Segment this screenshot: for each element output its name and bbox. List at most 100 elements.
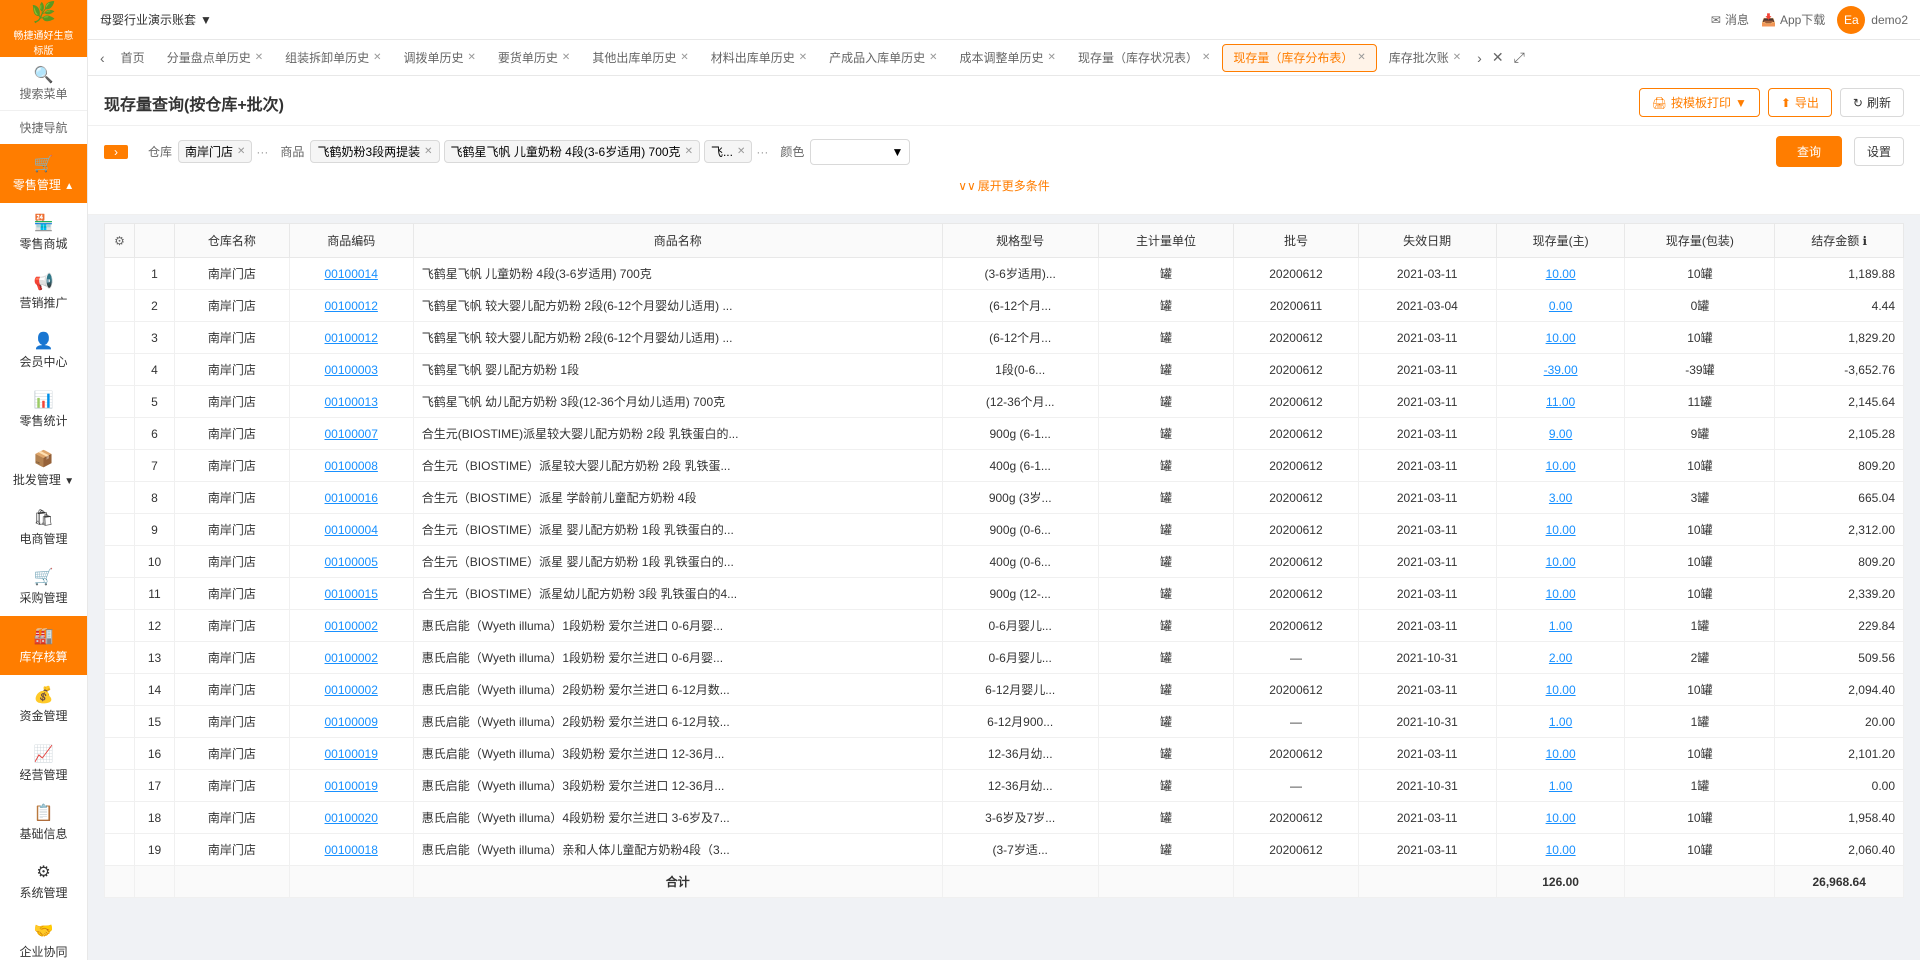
qty-link[interactable]: 10.00 <box>1546 459 1576 473</box>
product-code-link[interactable]: 00100003 <box>325 363 378 377</box>
qty-link[interactable]: 1.00 <box>1549 715 1572 729</box>
product-code-link[interactable]: 00100005 <box>325 555 378 569</box>
tab-close-cost-adjust[interactable]: ✕ <box>1048 52 1056 63</box>
sidebar-item-marketing[interactable]: 📢 营销推广 <box>0 262 88 321</box>
tab-request[interactable]: 要货单历史 ✕ <box>488 44 580 72</box>
warehouse-more[interactable]: ··· <box>256 145 268 159</box>
export-btn[interactable]: ⬆ 导出 <box>1768 88 1832 117</box>
tab-home[interactable]: 首页 <box>111 44 155 72</box>
sidebar-item-basic[interactable]: 📋 基础信息 <box>0 793 88 852</box>
qty-link[interactable]: 1.00 <box>1549 779 1572 793</box>
qty-link[interactable]: 10.00 <box>1546 587 1576 601</box>
sidebar-item-coop[interactable]: 🤝 企业协同 <box>0 911 88 960</box>
product-code-link[interactable]: 00100016 <box>325 491 378 505</box>
product-code-link[interactable]: 00100002 <box>325 683 378 697</box>
sidebar-item-ecom[interactable]: 🛍 电商管理 <box>0 498 88 557</box>
tab-close-inventory-status[interactable]: ✕ <box>1202 52 1210 63</box>
tab-disassemble[interactable]: 组装拆卸单历史 ✕ <box>275 44 391 72</box>
product-code-link[interactable]: 00100020 <box>325 811 378 825</box>
sidebar-item-retail-shop[interactable]: 🏪 零售商城 <box>0 203 88 262</box>
refresh-btn[interactable]: ↻ 刷新 <box>1840 88 1904 117</box>
qty-link[interactable]: 10.00 <box>1546 267 1576 281</box>
org-selector[interactable]: 母婴行业演示账套 ▼ <box>100 11 212 28</box>
sidebar-item-retail-stats[interactable]: 📊 零售统计 <box>0 380 88 439</box>
tab-close-product-in[interactable]: ✕ <box>929 52 937 63</box>
tab-close-mix[interactable]: ✕ <box>468 52 476 63</box>
product-code-link[interactable]: 00100002 <box>325 651 378 665</box>
tab-close-inventory-dist[interactable]: ✕ <box>1357 52 1365 63</box>
sidebar-item-system[interactable]: ⚙ 系统管理 <box>0 852 88 911</box>
tab-close-other-out[interactable]: ✕ <box>680 52 688 63</box>
remove-warehouse-tag[interactable]: ✕ <box>237 146 245 157</box>
download-btn[interactable]: 📥 App下载 <box>1761 11 1825 28</box>
tab-close-request[interactable]: ✕ <box>562 52 570 63</box>
qty-link[interactable]: 10.00 <box>1546 843 1576 857</box>
tab-close-split-count[interactable]: ✕ <box>255 52 263 63</box>
product-code-link[interactable]: 00100012 <box>325 331 378 345</box>
tab-split-count[interactable]: 分量盘点单历史 ✕ <box>157 44 273 72</box>
tab-cost-adjust[interactable]: 成本调整单历史 ✕ <box>950 44 1066 72</box>
filter-expand-btn[interactable]: › <box>104 145 128 159</box>
product-code-link[interactable]: 00100018 <box>325 843 378 857</box>
product-code-link[interactable]: 00100019 <box>325 779 378 793</box>
tab-material-out[interactable]: 材料出库单历史 ✕ <box>701 44 817 72</box>
query-btn[interactable]: 查询 <box>1776 136 1842 167</box>
tab-inventory-status[interactable]: 现存量（库存状况表） ✕ <box>1068 44 1220 72</box>
tab-maximize-btn[interactable]: ⤢ <box>1510 49 1529 66</box>
qty-link[interactable]: 9.00 <box>1549 427 1572 441</box>
product-code-link[interactable]: 00100014 <box>325 267 378 281</box>
sidebar-item-purchase[interactable]: 🛒 采购管理 <box>0 557 88 616</box>
tab-prev-btn[interactable]: ‹ <box>96 50 109 66</box>
sidebar-quick-nav[interactable]: 快捷导航 <box>0 111 87 144</box>
message-btn[interactable]: ✉ 消息 <box>1711 11 1749 28</box>
remove-product-tag-2[interactable]: ✕ <box>737 146 745 157</box>
qty-link[interactable]: 11.00 <box>1546 395 1575 409</box>
tab-close-disassemble[interactable]: ✕ <box>373 52 381 63</box>
product-code-link[interactable]: 00100007 <box>325 427 378 441</box>
qty-link[interactable]: 2.00 <box>1549 651 1572 665</box>
sidebar-item-wholesale[interactable]: 📦 批发管理 ▼ <box>0 439 88 498</box>
qty-link[interactable]: 10.00 <box>1546 523 1576 537</box>
tab-product-in[interactable]: 产成品入库单历史 ✕ <box>819 44 947 72</box>
product-code-link[interactable]: 00100008 <box>325 459 378 473</box>
product-code-link[interactable]: 00100013 <box>325 395 378 409</box>
tab-close-material-out[interactable]: ✕ <box>799 52 807 63</box>
tab-mix[interactable]: 调拨单历史 ✕ <box>394 44 486 72</box>
sidebar-item-member[interactable]: 👤 会员中心 <box>0 321 88 380</box>
settings-btn[interactable]: 设置 <box>1854 137 1904 166</box>
product-code-link[interactable]: 00100002 <box>325 619 378 633</box>
qty-link[interactable]: 10.00 <box>1546 555 1576 569</box>
qty-link[interactable]: 10.00 <box>1546 747 1576 761</box>
sidebar-item-operations[interactable]: 📈 经营管理 <box>0 734 88 793</box>
expand-conditions-btn[interactable]: ∨∨ 展开更多条件 <box>958 177 1050 194</box>
remove-product-tag-0[interactable]: ✕ <box>424 146 432 157</box>
product-code-link[interactable]: 00100009 <box>325 715 378 729</box>
user-menu[interactable]: Ea demo2 <box>1837 6 1908 34</box>
product-code-link[interactable]: 00100004 <box>325 523 378 537</box>
tab-batch-ledger[interactable]: 库存批次账 ✕ <box>1379 44 1471 72</box>
tab-close-all-btn[interactable]: ✕ <box>1488 49 1508 66</box>
sidebar-item-retail-mgmt[interactable]: 🛒 零售管理 ▲ <box>0 144 88 203</box>
color-input[interactable]: ▼ <box>810 139 910 165</box>
print-btn[interactable]: 🖨 按模板打印 ▼ <box>1639 88 1760 117</box>
product-code-link[interactable]: 00100012 <box>325 299 378 313</box>
tab-other-out[interactable]: 其他出库单历史 ✕ <box>582 44 698 72</box>
remove-product-tag-1[interactable]: ✕ <box>685 146 693 157</box>
qty-link[interactable]: 10.00 <box>1546 683 1576 697</box>
product-more[interactable]: ··· <box>756 145 768 159</box>
qty-link[interactable]: -39.00 <box>1544 363 1578 377</box>
sidebar-item-finance[interactable]: 💰 资金管理 <box>0 675 88 734</box>
qty-link[interactable]: 3.00 <box>1549 491 1572 505</box>
sidebar-search[interactable]: 🔍 搜索菜单 <box>0 57 87 111</box>
qty-link[interactable]: 10.00 <box>1546 811 1576 825</box>
qty-link[interactable]: 10.00 <box>1546 331 1576 345</box>
product-code-link[interactable]: 00100015 <box>325 587 378 601</box>
tab-close-batch-ledger[interactable]: ✕ <box>1453 52 1461 63</box>
settings-icon[interactable]: ⚙ <box>114 234 125 248</box>
product-code-link[interactable]: 00100019 <box>325 747 378 761</box>
tab-inventory-dist[interactable]: 现存量（库存分布表） ✕ <box>1222 44 1376 72</box>
qty-link[interactable]: 0.00 <box>1549 299 1572 313</box>
tab-next-btn[interactable]: › <box>1473 50 1486 66</box>
sidebar-item-inventory[interactable]: 🏭 库存核算 <box>0 616 88 675</box>
qty-link[interactable]: 1.00 <box>1549 619 1572 633</box>
